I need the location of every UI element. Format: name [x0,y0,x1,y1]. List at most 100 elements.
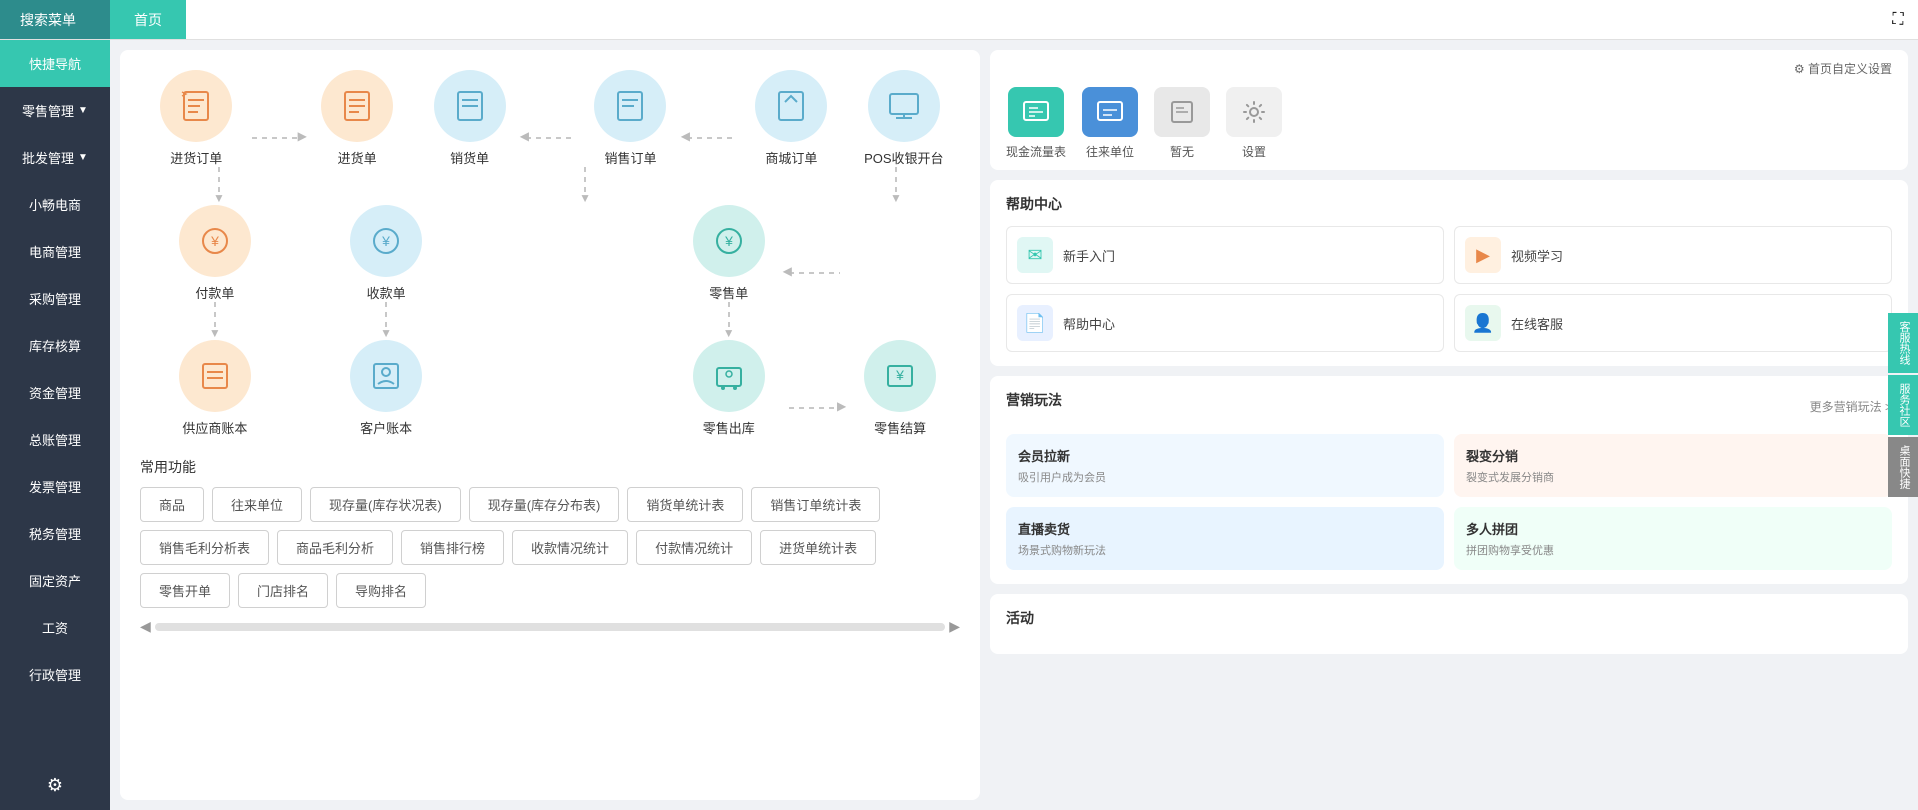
sidebar-item-ledger[interactable]: 总账管理 [0,416,110,463]
feature-btn-payment-stats[interactable]: 付款情况统计 [636,530,752,565]
marketing-item-live[interactable]: 直播卖货 场景式购物新玩法 [1006,507,1444,570]
flow-node-retail-outbound[interactable]: 零售出库 [669,340,789,437]
help-item-help-center[interactable]: 📄 帮助中心 [1006,294,1444,352]
flow-node-sales-order[interactable]: 销售订单 [574,70,686,167]
chevron-down-icon: ▼ [78,105,88,116]
float-buttons: 客服热线 服务社区 桌面快捷 [1888,313,1918,497]
customer-service-button[interactable]: 客服热线 [1888,313,1918,373]
flow-node-receipt[interactable]: ¥ 收款单 [326,205,446,302]
sidebar-item-ecommerce-small[interactable]: 小畅电商 [0,181,110,228]
sales-order-icon [594,70,666,142]
pos-icon [868,70,940,142]
tab-home[interactable]: 首页 [110,0,186,39]
flow-node-retail-bill[interactable]: ¥ 零售单 [669,205,789,302]
marketing-item-fission[interactable]: 裂变分销 裂变式发展分销商 [1454,434,1892,497]
sidebar-item-fixed-assets[interactable]: 固定资产 [0,557,110,604]
flow-node-payment[interactable]: ¥ 付款单 [155,205,275,302]
quick-nav-icons: 现金流量表 往来单位 暂无 [1006,87,1892,160]
desktop-shortcut-button[interactable]: 桌面快捷 [1888,437,1918,497]
more-marketing-link[interactable]: 更多营销玩法 > [1810,398,1892,415]
feature-btn-store-rank[interactable]: 门店排名 [238,573,328,608]
retail-settlement-icon: ¥ [864,340,936,412]
flow-node-purchase-bill[interactable]: 进货单 [301,70,413,167]
feature-btn-receipt-stats[interactable]: 收款情况统计 [512,530,628,565]
feature-btn-order-stats[interactable]: 销售订单统计表 [751,487,880,522]
feature-btn-partner[interactable]: 往来单位 [212,487,302,522]
flow-node-pos[interactable]: POS收银开台 [848,70,960,167]
help-doc-icon: 📄 [1017,305,1053,341]
svg-text:¥: ¥ [210,233,219,249]
marketing-title: 营销玩法 [1006,390,1062,410]
sidebar-item-quick-nav[interactable]: 快捷导航 [0,40,110,87]
search-menu-button[interactable]: 搜索菜单 [0,0,110,39]
main-card: 进货订单 ▶ 进货单 [120,50,980,800]
help-item-beginner[interactable]: ✉ 新手入门 [1006,226,1444,284]
help-item-video[interactable]: ▶ 视频学习 [1454,226,1892,284]
flow-node-supplier-account[interactable]: 供应商账本 [155,340,275,437]
sidebar-item-tax[interactable]: 税务管理 [0,510,110,557]
help-item-online-service[interactable]: 👤 在线客服 [1454,294,1892,352]
marketing-item-group-buy[interactable]: 多人拼团 拼团购物享受优惠 [1454,507,1892,570]
flow-diagram: 进货订单 ▶ 进货单 [140,70,960,437]
sidebar: 快捷导航 零售管理 ▼ 批发管理 ▼ 小畅电商 电商管理 采购管理 库存核算 资… [0,40,110,810]
feature-btn-sales-rank[interactable]: 销售排行榜 [401,530,504,565]
receipt-icon: ¥ [350,205,422,277]
common-features: 常用功能 商品 往来单位 现存量(库存状况表) 现存量(库存分布表) 销货单统计… [140,457,960,608]
top-bar: 搜索菜单 首页 ⛶ [0,0,1918,40]
feature-btn-purchase-stats[interactable]: 进货单统计表 [760,530,876,565]
activity-section: 活动 [990,594,1908,654]
help-section: 帮助中心 ✉ 新手入门 ▶ 视频学习 📄 帮助中心 👤 [990,180,1908,366]
retail-outbound-icon [693,340,765,412]
partner-icon [1082,87,1138,137]
feature-btn-retail-order[interactable]: 零售开单 [140,573,230,608]
mall-order-icon [755,70,827,142]
sidebar-item-ecommerce-mgmt[interactable]: 电商管理 [0,228,110,275]
retail-bill-icon: ¥ [693,205,765,277]
marketing-header: 营销玩法 更多营销玩法 > [1006,390,1892,422]
activity-title: 活动 [1006,608,1892,628]
svg-text:¥: ¥ [724,233,733,249]
feature-btn-goods-profit[interactable]: 商品毛利分析 [277,530,393,565]
sidebar-item-wholesale[interactable]: 批发管理 ▼ [0,134,110,181]
purchase-bill-icon [321,70,393,142]
feature-btn-sales-stats[interactable]: 销货单统计表 [627,487,743,522]
sidebar-item-admin[interactable]: 行政管理 [0,651,110,698]
scroll-right-arrow[interactable]: ▶ [949,618,960,635]
svg-text:¥: ¥ [895,367,904,383]
sidebar-item-inventory[interactable]: 库存核算 [0,322,110,369]
sidebar-item-purchase[interactable]: 采购管理 [0,275,110,322]
expand-icon[interactable]: ⛶ [1888,10,1908,30]
video-icon: ▶ [1465,237,1501,273]
feature-btn-sales-profit[interactable]: 销售毛利分析表 [140,530,269,565]
scroll-left-arrow[interactable]: ◀ [140,618,151,635]
feature-btn-inventory1[interactable]: 现存量(库存状况表) [310,487,461,522]
flow-node-purchase-order[interactable]: 进货订单 [140,70,252,167]
nav-item-settings[interactable]: 设置 [1226,87,1282,160]
feature-btn-guide-rank[interactable]: 导购排名 [336,573,426,608]
service-community-button[interactable]: 服务社区 [1888,375,1918,435]
flow-node-customer-account[interactable]: 客户账本 [326,340,446,437]
marketing-grid: 会员拉新 吸引用户成为会员 裂变分销 裂变式发展分销商 直播卖货 场景式购物新玩… [1006,434,1892,570]
flow-node-sales-bill[interactable]: 销货单 [413,70,525,167]
customer-account-icon [350,340,422,412]
sidebar-settings-button[interactable]: ⚙ [0,761,110,810]
features-grid: 商品 往来单位 现存量(库存状况表) 现存量(库存分布表) 销货单统计表 销售订… [140,487,960,608]
flow-node-retail-settlement[interactable]: ¥ 零售结算 [840,340,960,437]
nav-item-none[interactable]: 暂无 [1154,87,1210,160]
svg-text:¥: ¥ [381,233,390,249]
nav-item-cashflow[interactable]: 现金流量表 [1006,87,1066,160]
sidebar-item-retail[interactable]: 零售管理 ▼ [0,87,110,134]
marketing-item-member[interactable]: 会员拉新 吸引用户成为会员 [1006,434,1444,497]
feature-btn-goods[interactable]: 商品 [140,487,204,522]
sidebar-item-payroll[interactable]: 工资 [0,604,110,651]
nav-item-partner[interactable]: 往来单位 [1082,87,1138,160]
top-right: ⛶ [1888,10,1918,30]
sidebar-item-finance[interactable]: 资金管理 [0,369,110,416]
sales-bill-icon [434,70,506,142]
horizontal-scrollbar[interactable] [155,623,945,631]
flow-node-mall-order[interactable]: 商城订单 [735,70,847,167]
feature-btn-inventory2[interactable]: 现存量(库存分布表) [469,487,620,522]
sidebar-item-invoice[interactable]: 发票管理 [0,463,110,510]
customize-settings-link[interactable]: ⚙ 首页自定义设置 [1006,60,1892,77]
online-service-icon: 👤 [1465,305,1501,341]
